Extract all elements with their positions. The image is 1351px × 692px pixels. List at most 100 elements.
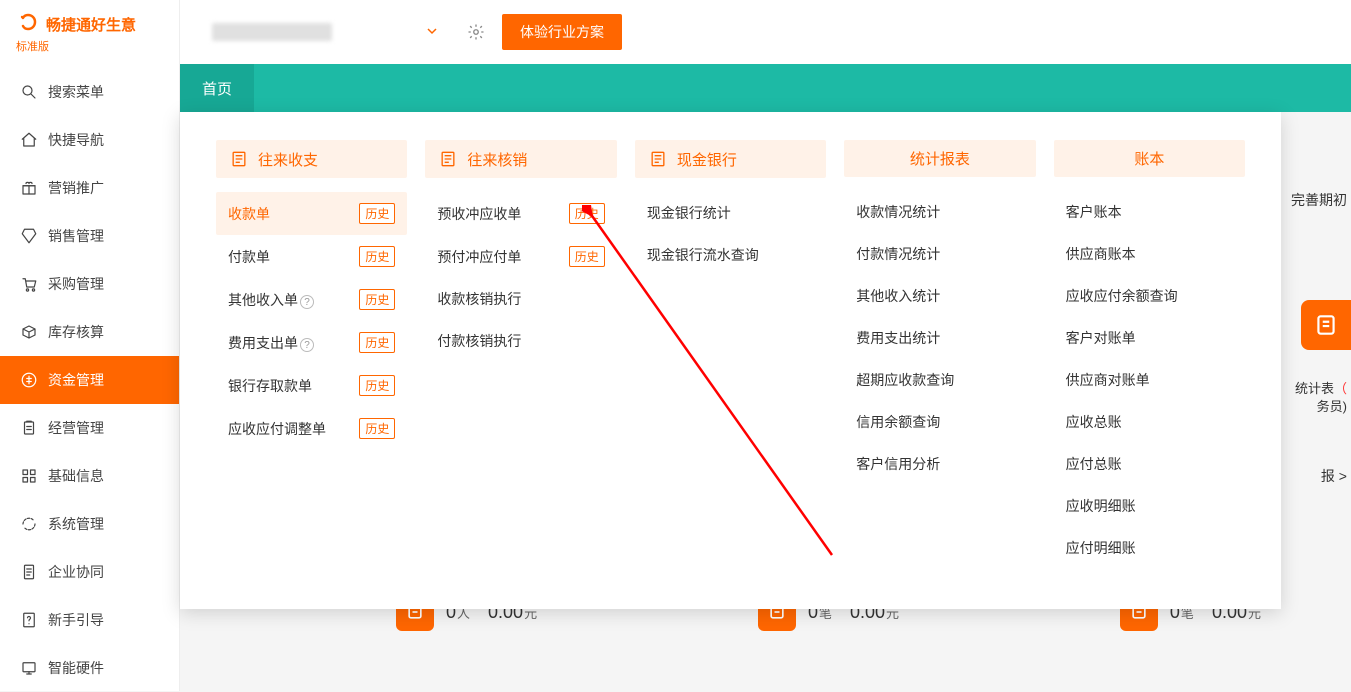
search-icon — [20, 83, 38, 101]
logo-area: 畅捷通好生意 标准版 — [0, 0, 179, 60]
box-icon — [20, 323, 38, 341]
mega-item-1-3[interactable]: 付款核销执行 — [425, 320, 616, 362]
sidebar-nav: 搜索菜单快捷导航营销推广销售管理采购管理库存核算资金管理经营管理基础信息系统管理… — [0, 60, 179, 692]
mega-column-title: 账本 — [1134, 148, 1164, 169]
mega-column-3: 统计报表收款情况统计付款情况统计其他收入统计费用支出统计超期应收款查询信用余额查… — [844, 140, 1035, 569]
sidebar-item-5[interactable]: 库存核算 — [0, 308, 179, 356]
settings-button[interactable] — [462, 18, 490, 46]
help-icon[interactable]: ? — [300, 295, 314, 309]
sidebar-item-label: 新手引导 — [48, 610, 104, 630]
history-badge[interactable]: 历史 — [359, 375, 395, 396]
mega-item-3-2[interactable]: 其他收入统计 — [844, 275, 1035, 317]
mega-item-0-1[interactable]: 付款单历史 — [216, 235, 407, 278]
mega-item-2-1[interactable]: 现金银行流水查询 — [635, 234, 826, 276]
history-badge[interactable]: 历史 — [569, 246, 605, 267]
mega-item-label: 收款核销执行 — [437, 289, 521, 309]
mega-item-4-7[interactable]: 应收明细账 — [1054, 485, 1245, 527]
mega-item-0-0[interactable]: 收款单 历史 — [216, 192, 407, 235]
sidebar: 畅捷通好生意 标准版 搜索菜单快捷导航营销推广销售管理采购管理库存核算资金管理经… — [0, 0, 180, 691]
mega-item-3-3[interactable]: 费用支出统计 — [844, 317, 1035, 359]
float-action-button[interactable] — [1301, 300, 1351, 350]
history-badge[interactable]: 历史 — [359, 203, 395, 224]
mega-item-4-2[interactable]: 应收应付余额查询 — [1054, 275, 1245, 317]
sidebar-item-10[interactable]: 企业协同 — [0, 548, 179, 596]
mega-item-4-1[interactable]: 供应商账本 — [1054, 233, 1245, 275]
mega-item-3-6[interactable]: 客户信用分析 — [844, 443, 1035, 485]
mega-item-label: 收款情况统计 — [856, 202, 940, 222]
tab-bar: 首页 — [180, 64, 1351, 112]
mega-item-label: 客户账本 — [1066, 202, 1122, 222]
doc-icon — [437, 148, 459, 170]
mega-item-0-3[interactable]: 费用支出单?历史 — [216, 321, 407, 364]
sidebar-item-7[interactable]: 经营管理 — [0, 404, 179, 452]
cart-icon — [20, 275, 38, 293]
sidebar-item-2[interactable]: 营销推广 — [0, 164, 179, 212]
mega-item-label: 其他收入统计 — [856, 286, 940, 306]
sidebar-item-0[interactable]: 搜索菜单 — [0, 68, 179, 116]
doc-icon — [228, 148, 250, 170]
sidebar-item-9[interactable]: 系统管理 — [0, 500, 179, 548]
sidebar-item-8[interactable]: 基础信息 — [0, 452, 179, 500]
mega-item-4-8[interactable]: 应付明细账 — [1054, 527, 1245, 569]
mega-item-1-2[interactable]: 收款核销执行 — [425, 278, 616, 320]
mega-item-label: 客户信用分析 — [856, 454, 940, 474]
mega-item-4-6[interactable]: 应付总账 — [1054, 443, 1245, 485]
mega-column-header: 现金银行 — [635, 140, 826, 178]
sidebar-item-label: 采购管理 — [48, 274, 104, 294]
mega-item-label: 供应商账本 — [1066, 244, 1136, 264]
tab-home[interactable]: 首页 — [180, 64, 254, 112]
help-icon[interactable]: ? — [300, 338, 314, 352]
mega-item-label: 费用支出统计 — [856, 328, 940, 348]
mega-item-1-0[interactable]: 预收冲应收单 历史 — [425, 192, 616, 235]
sidebar-item-11[interactable]: 新手引导 — [0, 596, 179, 644]
mega-item-1-1[interactable]: 预付冲应付单历史 — [425, 235, 616, 278]
mega-item-label: 预收冲应收单 — [437, 204, 521, 224]
history-badge[interactable]: 历史 — [359, 289, 395, 310]
mega-column-header: 往来收支 — [216, 140, 407, 178]
logo-icon — [16, 12, 40, 36]
mega-item-label: 收款单 — [228, 204, 270, 224]
org-selector[interactable] — [200, 17, 450, 47]
mega-item-0-5[interactable]: 应收应付调整单历史 — [216, 407, 407, 450]
header: 体验行业方案 — [180, 0, 1351, 64]
mega-item-label: 现金银行流水查询 — [647, 245, 759, 265]
experience-button[interactable]: 体验行业方案 — [502, 14, 622, 50]
mega-item-4-4[interactable]: 供应商对账单 — [1054, 359, 1245, 401]
mega-list: 现金银行统计现金银行流水查询 — [635, 192, 826, 276]
mega-column-title: 统计报表 — [910, 148, 970, 169]
mega-item-0-2[interactable]: 其他收入单?历史 — [216, 278, 407, 321]
sidebar-item-12[interactable]: 智能硬件 — [0, 644, 179, 692]
mega-column-title: 往来收支 — [258, 149, 318, 170]
mega-item-4-0[interactable]: 客户账本 — [1054, 191, 1245, 233]
mega-item-0-4[interactable]: 银行存取款单 历史 — [216, 364, 407, 407]
sidebar-item-4[interactable]: 采购管理 — [0, 260, 179, 308]
history-badge[interactable]: 历史 — [359, 418, 395, 439]
mega-column-header: 往来核销 — [425, 140, 616, 178]
history-badge[interactable]: 历史 — [359, 246, 395, 267]
mega-item-4-3[interactable]: 客户对账单 — [1054, 317, 1245, 359]
mega-item-3-4[interactable]: 超期应收款查询 — [844, 359, 1035, 401]
history-badge[interactable]: 历史 — [569, 203, 605, 224]
mega-item-3-0[interactable]: 收款情况统计 — [844, 191, 1035, 233]
report-link[interactable]: 报 > — [1321, 466, 1351, 486]
mega-item-label: 银行存取款单 — [228, 376, 312, 396]
mega-item-label: 应付总账 — [1066, 454, 1122, 474]
history-badge[interactable]: 历史 — [359, 332, 395, 353]
sidebar-item-3[interactable]: 销售管理 — [0, 212, 179, 260]
tv-icon — [20, 659, 38, 677]
home-icon — [20, 131, 38, 149]
mega-item-label: 客户对账单 — [1066, 328, 1136, 348]
mega-item-label: 信用余额查询 — [856, 412, 940, 432]
mega-list: 收款单历史付款单历史其他收入单?历史费用支出单?历史银行存取款单历史应收应付调整… — [216, 192, 407, 450]
mega-item-4-5[interactable]: 应收总账 — [1054, 401, 1245, 443]
sidebar-item-1[interactable]: 快捷导航 — [0, 116, 179, 164]
mega-item-2-0[interactable]: 现金银行统计 — [635, 192, 826, 234]
mega-item-3-5[interactable]: 信用余额查询 — [844, 401, 1035, 443]
mega-item-label: 超期应收款查询 — [856, 370, 954, 390]
sidebar-item-label: 搜索菜单 — [48, 82, 104, 102]
mega-item-3-1[interactable]: 付款情况统计 — [844, 233, 1035, 275]
sidebar-item-6[interactable]: 资金管理 — [0, 356, 179, 404]
money-icon — [20, 371, 38, 389]
diamond-icon — [20, 227, 38, 245]
sidebar-item-label: 企业协同 — [48, 562, 104, 582]
